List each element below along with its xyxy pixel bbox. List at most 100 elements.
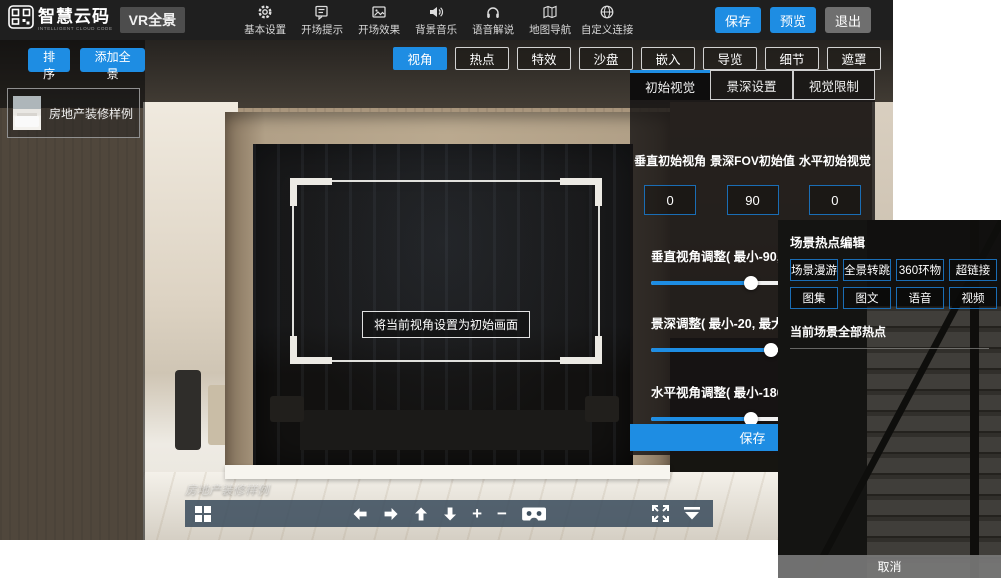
hotspot-type-grid: 场景漫游 全景转跳 360环物 超链接 图集 图文 语音 视频 <box>778 251 1001 309</box>
brand-name: 智慧云码 <box>38 8 113 25</box>
fullscreen-icon[interactable] <box>652 505 669 522</box>
pan-down-icon[interactable] <box>443 506 457 522</box>
scene-list-item[interactable]: 房地产装修样例 <box>7 88 140 138</box>
hotspot-type-360-object[interactable]: 360环物 <box>896 259 944 281</box>
slider-fill <box>651 417 751 421</box>
floor-platform <box>225 465 670 479</box>
globe-icon <box>599 4 615 20</box>
pan-left-icon[interactable] <box>352 507 368 521</box>
initial-view-fields: 垂直初始视角 景深FOV初始值 水平初始视觉 <box>630 152 875 215</box>
viewfinder-corner <box>290 336 332 364</box>
slider-thumb[interactable] <box>764 343 778 357</box>
map-icon <box>542 4 558 20</box>
viewer-toolbar: + − <box>185 500 713 527</box>
hotspot-type-scene-roam[interactable]: 场景漫游 <box>790 259 838 281</box>
pan-right-icon[interactable] <box>383 507 399 521</box>
header-actions: 保存 预览 退出 <box>715 7 893 33</box>
vr-goggles-icon[interactable] <box>522 506 546 522</box>
scene-watermark: 房地产装修样例 <box>185 481 269 498</box>
hotspot-type-video[interactable]: 视频 <box>949 287 997 309</box>
table-lamp <box>270 396 304 422</box>
zoom-in-icon[interactable]: + <box>472 505 482 522</box>
menu-item-voice-narration[interactable]: 语音解说 <box>469 4 517 37</box>
initial-view-frame[interactable]: 将当前视角设置为初始画面 <box>292 180 600 362</box>
slider-thumb[interactable] <box>744 276 758 290</box>
vertical-initial-label: 垂直初始视角 <box>634 152 706 169</box>
menu-label: 开场效果 <box>358 22 400 37</box>
effect-image-icon <box>371 4 387 20</box>
hotspot-type-pano-jump[interactable]: 全景转跳 <box>843 259 891 281</box>
divider <box>790 348 989 349</box>
zoom-out-icon[interactable]: − <box>497 505 507 522</box>
gear-icon <box>257 4 273 20</box>
add-panorama-button[interactable]: 添加全景 <box>80 48 145 72</box>
sofa-silhouette <box>300 410 590 450</box>
preview-button[interactable]: 预览 <box>770 7 816 33</box>
thumbnail-grid-icon[interactable] <box>185 504 213 524</box>
viewfinder-corner <box>290 178 332 206</box>
app-window: 将当前视角设置为初始画面 智慧云码 INTELLIGENT <box>0 0 893 540</box>
tab-view-angle[interactable]: 视角 <box>393 47 447 70</box>
fov-initial-input[interactable] <box>727 185 779 215</box>
brand-subtitle: INTELLIGENT CLOUD CODE <box>38 27 113 32</box>
table-lamp <box>585 396 619 422</box>
settings-tabbar: 初始视觉 景深设置 视觉限制 <box>630 70 875 100</box>
vr-pano-badge: VR全景 <box>120 7 185 33</box>
pan-up-icon[interactable] <box>414 506 428 522</box>
prompt-icon <box>314 4 330 20</box>
horizontal-initial-label: 水平初始视觉 <box>799 152 871 169</box>
hotspot-type-audio[interactable]: 语音 <box>896 287 944 309</box>
tab-hotspot[interactable]: 热点 <box>455 47 509 70</box>
tab-embed[interactable]: 嵌入 <box>641 47 695 70</box>
slider-fill <box>651 348 771 352</box>
menu-label: 开场提示 <box>301 22 343 37</box>
fov-initial-label: 景深FOV初始值 <box>710 152 795 169</box>
set-initial-view-button[interactable]: 将当前视角设置为初始画面 <box>362 311 530 338</box>
brand: 智慧云码 INTELLIGENT CLOUD CODE VR全景 <box>0 5 185 36</box>
speaker-icon <box>428 4 444 20</box>
tab-view-limits[interactable]: 视觉限制 <box>793 70 875 100</box>
menu-item-custom-link[interactable]: 自定义连接 <box>583 4 631 37</box>
tab-tour[interactable]: 导览 <box>703 47 757 70</box>
hotspot-type-image-text[interactable]: 图文 <box>843 287 891 309</box>
collapse-toolbar-icon[interactable] <box>683 506 701 521</box>
menu-item-background-music[interactable]: 背景音乐 <box>412 4 460 37</box>
tab-depth-settings[interactable]: 景深设置 <box>710 70 792 100</box>
cancel-button[interactable]: 取消 <box>778 555 1001 578</box>
vertical-initial-input[interactable] <box>644 185 696 215</box>
tab-effects[interactable]: 特效 <box>517 47 571 70</box>
menu-label: 自定义连接 <box>581 22 634 37</box>
menu-item-opening-effect[interactable]: 开场效果 <box>355 4 403 37</box>
tab-initial-view[interactable]: 初始视觉 <box>630 70 710 100</box>
top-header: 智慧云码 INTELLIGENT CLOUD CODE VR全景 基本设置 开场… <box>0 0 893 40</box>
menu-label: 语音解说 <box>472 22 514 37</box>
hotspot-edit-panel: 场景热点编辑 场景漫游 全景转跳 360环物 超链接 图集 图文 语音 视频 当… <box>778 220 1001 578</box>
headphones-icon <box>485 4 501 20</box>
scene-thumbnail <box>13 96 41 130</box>
menu-label: 地图导航 <box>529 22 571 37</box>
hotspot-type-gallery[interactable]: 图集 <box>790 287 838 309</box>
menu-label: 基本设置 <box>244 22 286 37</box>
qr-code-icon <box>8 5 34 36</box>
tab-detail[interactable]: 细节 <box>765 47 819 70</box>
hotspot-panel-title: 场景热点编辑 <box>778 220 1001 251</box>
horizontal-initial-input[interactable] <box>809 185 861 215</box>
menu-item-basic-settings[interactable]: 基本设置 <box>241 4 289 37</box>
menu-item-map-navigation[interactable]: 地图导航 <box>526 4 574 37</box>
hotspot-type-hyperlink[interactable]: 超链接 <box>949 259 997 281</box>
hotspot-list-title: 当前场景全部热点 <box>778 309 1001 340</box>
tab-mask[interactable]: 遮罩 <box>827 47 881 70</box>
page: 将当前视角设置为初始画面 智慧云码 INTELLIGENT <box>0 0 1001 578</box>
save-button[interactable]: 保存 <box>715 7 761 33</box>
sort-button[interactable]: 排序 <box>28 48 70 72</box>
mode-tabbar: 视角 热点 特效 沙盘 嵌入 导览 细节 遮罩 <box>393 47 881 70</box>
slider-fill <box>651 281 751 285</box>
viewfinder-corner <box>560 178 602 206</box>
menu-label: 背景音乐 <box>415 22 457 37</box>
viewfinder-corner <box>560 336 602 364</box>
exit-button[interactable]: 退出 <box>825 7 871 33</box>
dark-chair <box>175 370 201 450</box>
tab-sandbox[interactable]: 沙盘 <box>579 47 633 70</box>
scene-title: 房地产装修样例 <box>49 105 133 122</box>
menu-item-opening-prompt[interactable]: 开场提示 <box>298 4 346 37</box>
